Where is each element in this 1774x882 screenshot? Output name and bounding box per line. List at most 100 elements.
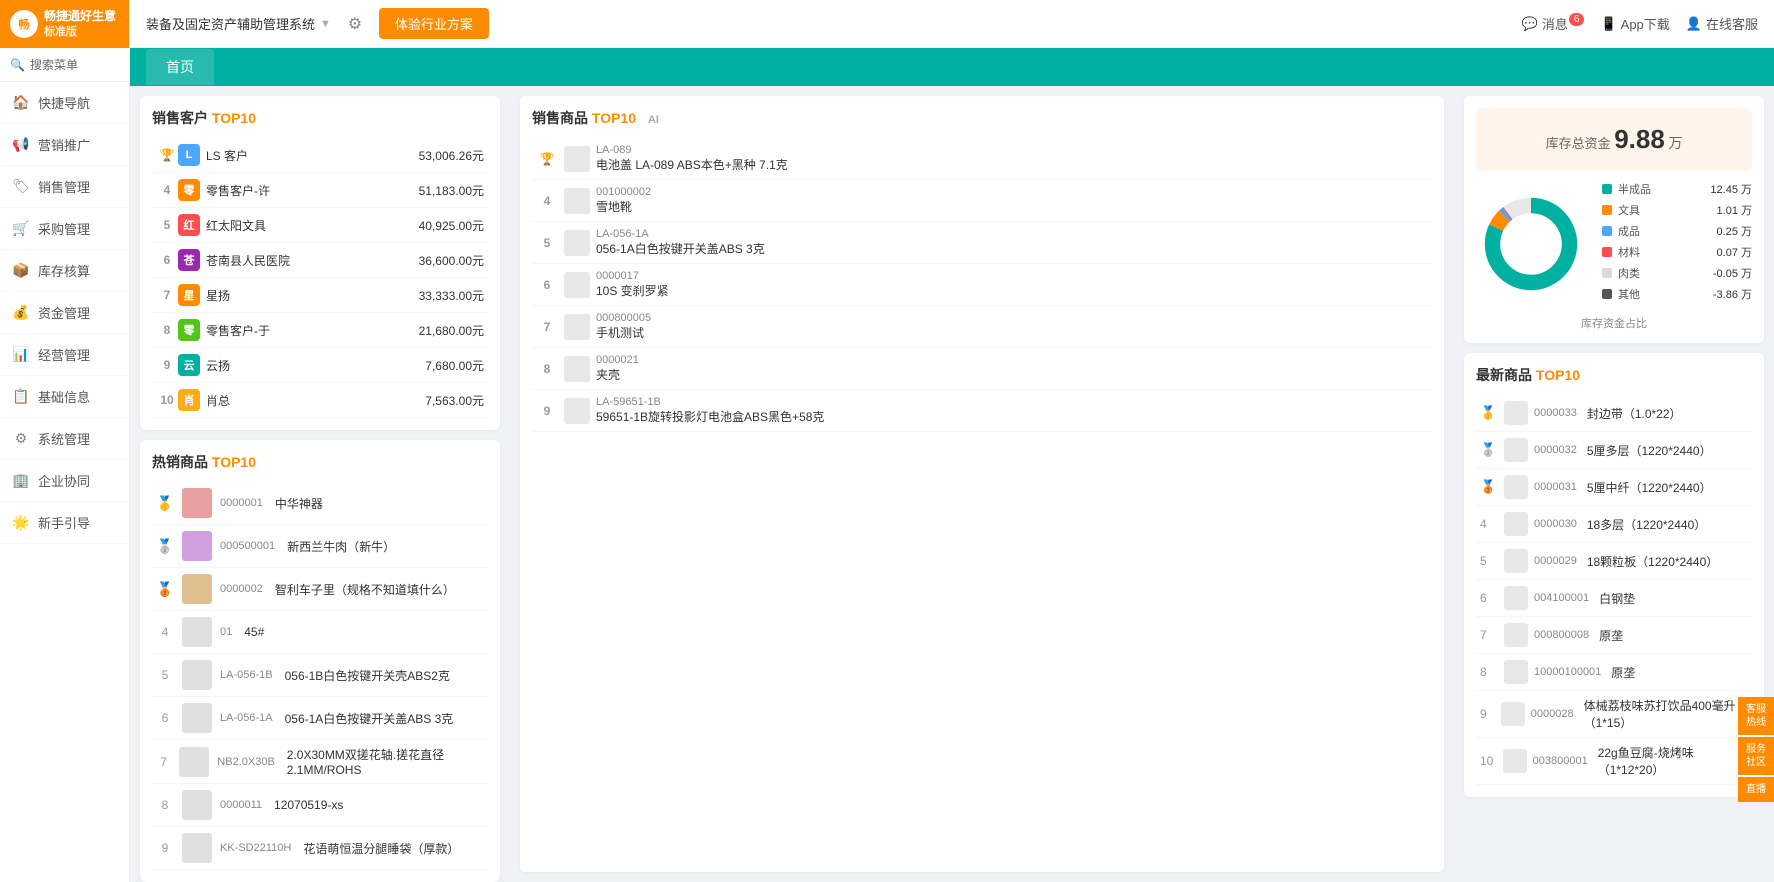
- sidebar-item-quicknav[interactable]: 🏠 快捷导航: [0, 82, 129, 124]
- sidebar-item-sales[interactable]: 🏷 销售管理: [0, 166, 129, 208]
- hot-product-row: 4 01 45#: [152, 611, 488, 654]
- product-code: 0000031: [1534, 481, 1577, 493]
- trial-button[interactable]: 体验行业方案: [379, 8, 489, 39]
- product-name: 5厘中纤（1220*2440）: [1587, 479, 1712, 496]
- sidebar-item-inventory[interactable]: 📦 库存核算: [0, 250, 129, 292]
- tab-home[interactable]: 首页: [146, 49, 214, 85]
- right-panel: 库存总资金 9.88 万: [1454, 86, 1774, 882]
- marketing-icon: 📢: [12, 136, 30, 154]
- product-name: 056-1A白色按键开关盖ABS 3克: [596, 240, 1428, 257]
- product-image: [564, 146, 590, 172]
- inventory-card: 库存总资金 9.88 万: [1464, 96, 1764, 343]
- newest-row: 🥈 0000032 5厘多层（1220*2440）: [1476, 432, 1752, 469]
- rank-badge: 星: [178, 284, 200, 306]
- sidebar-item-label: 销售管理: [38, 177, 90, 196]
- newest-row: 6 004100001 白钢垫: [1476, 580, 1752, 617]
- finance-icon: 💰: [12, 304, 30, 322]
- float-service-hotline[interactable]: 客服热线: [1738, 697, 1774, 735]
- rank-number: 8: [1480, 665, 1498, 679]
- product-code: 0000032: [1534, 444, 1577, 456]
- rank-number: 9: [156, 358, 178, 372]
- newest-row: 🥇 0000033 封边带（1.0*22）: [1476, 395, 1752, 432]
- sidebar-item-enterprise[interactable]: 🏢 企业协同: [0, 460, 129, 502]
- product-name: 056-1B白色按键开关壳ABS2克: [285, 667, 450, 684]
- sidebar-item-finance[interactable]: 💰 资金管理: [0, 292, 129, 334]
- rank-number: 6: [536, 278, 558, 292]
- rank-number: 7: [156, 755, 171, 769]
- rank-row: 8 零 零售客户-于 21,680.00元: [152, 313, 488, 348]
- product-image: [564, 272, 590, 298]
- hot-product-row: 7 NB2.0X30B 2.0X30MM双搓花轴.搓花直径2.1MM/ROHS: [152, 740, 488, 784]
- legend-value: -3.86 万: [1713, 286, 1752, 302]
- rank-number: 6: [156, 711, 174, 725]
- sidebar: 畅 畅捷通好生意 标准版 🔍 搜索菜单 🏠 快捷导航 📢 营销推广 🏷 销售管理…: [0, 0, 130, 882]
- product-name: 封边带（1.0*22）: [1587, 405, 1682, 422]
- legend-dot: [1602, 184, 1612, 194]
- system-icon: ⚙: [12, 430, 30, 448]
- rank-number: 7: [536, 320, 558, 334]
- newest-row: 10 003800001 22g鱼豆腐-烧烤味（1*12*20）: [1476, 738, 1752, 785]
- rank-value: 7,563.00元: [425, 392, 484, 409]
- online-service-action[interactable]: 👤 在线客服: [1686, 14, 1758, 33]
- product-image: [182, 790, 212, 820]
- rank-number: 4: [1480, 517, 1498, 531]
- product-code: 0000030: [1534, 518, 1577, 530]
- product-code: 001000002: [596, 186, 1428, 198]
- rank-name: 云扬: [206, 357, 425, 374]
- app-download-action[interactable]: 📱 App下载: [1600, 14, 1669, 33]
- rank-number: 🥇: [1480, 405, 1498, 421]
- rank-number: 10: [1480, 754, 1497, 768]
- legend-value: 0.07 万: [1717, 244, 1752, 260]
- product-name: 18颗粒板（1220*2440）: [1587, 553, 1718, 570]
- tab-nav: 首页: [130, 48, 1774, 86]
- sidebar-item-label: 企业协同: [38, 471, 90, 490]
- legend-item: 材料 0.07 万: [1602, 244, 1752, 260]
- product-info: LA-056-1A 056-1A白色按键开关盖ABS 3克: [596, 228, 1428, 257]
- rank-name: 零售客户-于: [206, 322, 419, 339]
- system-selector[interactable]: 装备及固定资产辅助管理系统 ▼: [146, 14, 331, 33]
- chart-legend: 半成品 12.45 万 文具 1.01 万 成品 0.25 万: [1602, 181, 1752, 307]
- enterprise-icon: 🏢: [12, 472, 30, 490]
- sidebar-item-purchase[interactable]: 🛒 采购管理: [0, 208, 129, 250]
- rank-number: 4: [536, 194, 558, 208]
- rank-number: 5: [156, 218, 178, 232]
- sidebar-item-newguide[interactable]: 🌟 新手引导: [0, 502, 129, 544]
- sidebar-item-basic[interactable]: 📋 基础信息: [0, 376, 129, 418]
- rank-value: 36,600.00元: [419, 252, 484, 269]
- rank-number: 5: [1480, 554, 1498, 568]
- product-image: [564, 188, 590, 214]
- legend-value: 0.25 万: [1717, 223, 1752, 239]
- product-name: 5厘多层（1220*2440）: [1587, 442, 1712, 459]
- float-service-live[interactable]: 直播: [1738, 777, 1774, 802]
- inventory-label: 库存总资金: [1546, 136, 1611, 151]
- float-service-community[interactable]: 服务社区: [1738, 737, 1774, 775]
- product-rank-row: 9 LA-59651-1B 59651-1B旋转投影灯电池盒ABS黑色+58克: [532, 390, 1432, 432]
- product-name: 2.0X30MM双搓花轴.搓花直径2.1MM/ROHS: [287, 746, 484, 777]
- newest-row: 4 0000030 18多层（1220*2440）: [1476, 506, 1752, 543]
- rank-value: 53,006.26元: [419, 147, 484, 164]
- sidebar-item-system[interactable]: ⚙ 系统管理: [0, 418, 129, 460]
- search-icon: 🔍: [10, 58, 25, 72]
- settings-gear-icon[interactable]: ⚙: [341, 10, 369, 38]
- rank-badge: 肖: [178, 389, 200, 411]
- legend-item: 文具 1.01 万: [1602, 202, 1752, 218]
- product-image: [564, 314, 590, 340]
- product-image: [182, 531, 212, 561]
- sidebar-item-marketing[interactable]: 📢 营销推广: [0, 124, 129, 166]
- chart-container: 半成品 12.45 万 文具 1.01 万 成品 0.25 万: [1476, 181, 1752, 307]
- sidebar-item-label: 系统管理: [38, 429, 90, 448]
- product-name: 中华神器: [275, 495, 323, 512]
- notification-action[interactable]: 💬 消息 6: [1522, 14, 1585, 33]
- inventory-value: 9.88: [1614, 124, 1665, 154]
- product-code: 0000001: [220, 497, 263, 509]
- legend-item: 成品 0.25 万: [1602, 223, 1752, 239]
- rank-row: 5 红 红太阳文具 40,925.00元: [152, 208, 488, 243]
- search-menu[interactable]: 🔍 搜索菜单: [0, 48, 129, 82]
- legend-item: 其他 -3.86 万: [1602, 286, 1752, 302]
- legend-dot: [1602, 226, 1612, 236]
- product-rank-row: 🏆 LA-089 电池盖 LA-089 ABS本色+黑种 7.1克: [532, 138, 1432, 180]
- product-name: 新西兰牛肉（新牛）: [287, 538, 395, 555]
- system-name: 装备及固定资产辅助管理系统: [146, 14, 315, 33]
- sidebar-item-operation[interactable]: 📊 经营管理: [0, 334, 129, 376]
- legend-label: 半成品: [1618, 181, 1704, 197]
